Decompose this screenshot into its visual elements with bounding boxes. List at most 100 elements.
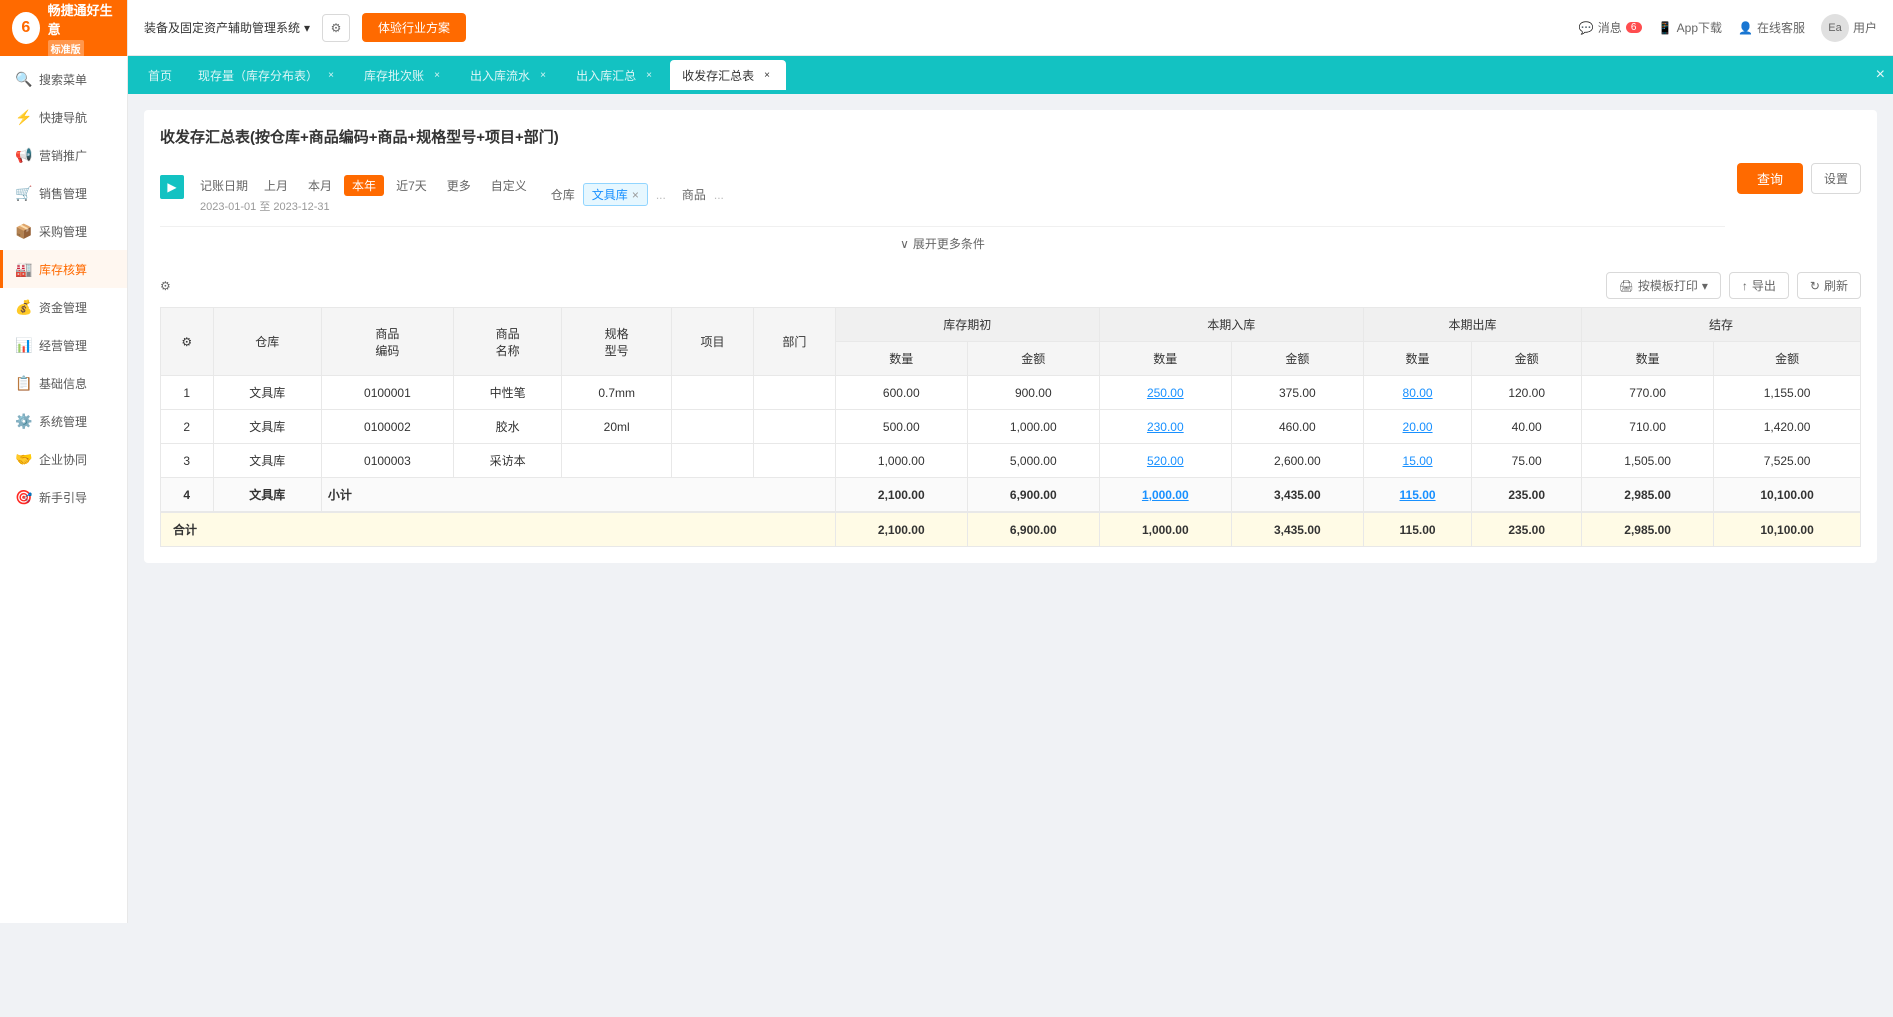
tab-inout-flow[interactable]: 出入库流水 × xyxy=(458,60,562,90)
sidebar-item-purchase[interactable]: 📦 采购管理 xyxy=(0,212,127,250)
filter-collapse-btn[interactable]: ▶ xyxy=(160,175,184,199)
date-filter: 记账日期 上月 本月 本年 近7天 更多 自定义 2023 xyxy=(200,175,535,214)
tab-recv-send[interactable]: 收发存汇总表 × xyxy=(670,60,786,90)
tab-close-inout-flow[interactable]: × xyxy=(536,68,550,82)
date-options: 上月 本月 本年 近7天 更多 自定义 xyxy=(256,175,535,196)
sub-warehouse: 文具库 xyxy=(213,478,321,513)
date-7days[interactable]: 近7天 xyxy=(388,175,435,196)
search-icon: 🔍 xyxy=(15,70,33,88)
row-in-qty[interactable]: 230.00 xyxy=(1099,410,1231,444)
sidebar-item-operations[interactable]: 📊 经营管理 xyxy=(0,326,127,364)
sidebar-item-marketing[interactable]: 📢 营销推广 xyxy=(0,136,127,174)
service-item[interactable]: 👤 在线客服 xyxy=(1738,19,1805,36)
warehouse-more[interactable]: ... xyxy=(656,188,666,202)
row-open-amt: 900.00 xyxy=(967,376,1099,410)
filter-settings-button[interactable]: 设置 xyxy=(1811,163,1861,194)
tab-stock-dist[interactable]: 现存量（库存分布表） × xyxy=(186,60,350,90)
page-title: 收发存汇总表(按仓库+商品编码+商品+规格型号+项目+部门) xyxy=(160,126,1861,147)
sidebar-menu: 🔍 搜索菜单 ⚡ 快捷导航 📢 营销推广 🛒 销售管理 📦 采购管理 🏭 库存核… xyxy=(0,56,127,516)
sidebar-item-finance[interactable]: 💰 资金管理 xyxy=(0,288,127,326)
row-open-qty: 500.00 xyxy=(835,410,967,444)
row-out-qty[interactable]: 20.00 xyxy=(1363,410,1471,444)
topbar-left: 装备及固定资产辅助管理系统 ▾ ⚙ 体验行业方案 xyxy=(144,13,466,42)
goods-more[interactable]: ... xyxy=(714,188,724,202)
tabs-bar: 首页 现存量（库存分布表） × 库存批次账 × 出入库流水 × 出入库汇总 × … xyxy=(128,56,1893,94)
row-open-qty: 1,000.00 xyxy=(835,444,967,478)
total-open-amt: 6,900.00 xyxy=(967,512,1099,547)
date-this-month[interactable]: 本月 xyxy=(300,175,340,196)
message-item[interactable]: 💬 消息 6 xyxy=(1579,19,1642,36)
print-button[interactable]: 🖨 按模板打印 ▾ xyxy=(1606,272,1721,299)
settings-button[interactable]: ⚙ xyxy=(322,14,350,42)
column-settings-icon[interactable]: ⚙ xyxy=(160,279,171,293)
row-in-qty[interactable]: 520.00 xyxy=(1099,444,1231,478)
warehouse-filter: 仓库 文具库 × ... xyxy=(551,183,666,206)
row-code: 0100003 xyxy=(321,444,453,478)
expand-icon: ∨ xyxy=(900,237,909,251)
row-dept xyxy=(753,410,835,444)
user-item[interactable]: Ea 用户 xyxy=(1821,14,1877,42)
row-no: 2 xyxy=(161,410,214,444)
chevron-down-icon: ▾ xyxy=(1702,279,1708,293)
sidebar-item-search[interactable]: 🔍 搜索菜单 xyxy=(0,60,127,98)
refresh-button[interactable]: ↻ 刷新 xyxy=(1797,272,1861,299)
sidebar-item-basic[interactable]: 📋 基础信息 xyxy=(0,364,127,402)
col-dept: 部门 xyxy=(753,308,835,376)
row-close-qty: 710.00 xyxy=(1582,410,1714,444)
trial-button[interactable]: 体验行业方案 xyxy=(362,13,466,42)
tab-inout-summary[interactable]: 出入库汇总 × xyxy=(564,60,668,90)
row-out-qty[interactable]: 80.00 xyxy=(1363,376,1471,410)
logo-icon: 6 xyxy=(12,12,40,44)
app-download-item[interactable]: 📱 App下载 xyxy=(1658,19,1722,36)
col-group-opening: 库存期初 xyxy=(835,308,1099,342)
sidebar-item-sales[interactable]: 🛒 销售管理 xyxy=(0,174,127,212)
row-out-amt: 120.00 xyxy=(1472,376,1582,410)
sidebar-item-guide[interactable]: 🎯 新手引导 xyxy=(0,478,127,516)
col-in-qty: 数量 xyxy=(1099,342,1231,376)
warehouse-tag: 文具库 × xyxy=(583,183,648,206)
row-out-qty[interactable]: 15.00 xyxy=(1363,444,1471,478)
row-no: 1 xyxy=(161,376,214,410)
row-in-amt: 375.00 xyxy=(1231,376,1363,410)
sidebar-item-system[interactable]: ⚙️ 系统管理 xyxy=(0,402,127,440)
system-title-dropdown[interactable]: 装备及固定资产辅助管理系统 ▾ xyxy=(144,19,310,36)
filter-actions: 查询 设置 xyxy=(1737,163,1861,194)
basic-icon: 📋 xyxy=(15,374,33,392)
row-close-amt: 1,155.00 xyxy=(1714,376,1861,410)
tabs-close-all[interactable]: × xyxy=(1876,66,1885,84)
sub-in-amt: 3,435.00 xyxy=(1231,478,1363,513)
tab-close-recv-send[interactable]: × xyxy=(760,68,774,82)
toolbar-left: ⚙ xyxy=(160,279,171,293)
sidebar-item-corp[interactable]: 🤝 企业协同 xyxy=(0,440,127,478)
sidebar-item-quicknav[interactable]: ⚡ 快捷导航 xyxy=(0,98,127,136)
total-out-qty: 115.00 xyxy=(1363,512,1471,547)
table-toolbar: ⚙ 🖨 按模板打印 ▾ ↑ 导出 ↻ 刷新 xyxy=(160,272,1861,299)
row-in-qty[interactable]: 250.00 xyxy=(1099,376,1231,410)
row-close-amt: 7,525.00 xyxy=(1714,444,1861,478)
export-button[interactable]: ↑ 导出 xyxy=(1729,272,1789,299)
row-name: 采访本 xyxy=(453,444,561,478)
row-close-qty: 770.00 xyxy=(1582,376,1714,410)
row-project xyxy=(672,410,754,444)
date-more[interactable]: 更多 xyxy=(439,175,479,196)
date-last-month[interactable]: 上月 xyxy=(256,175,296,196)
tab-close-batch[interactable]: × xyxy=(430,68,444,82)
tab-batch[interactable]: 库存批次账 × xyxy=(352,60,456,90)
query-button[interactable]: 查询 xyxy=(1737,163,1803,194)
date-custom[interactable]: 自定义 xyxy=(483,175,535,196)
tab-close-stock-dist[interactable]: × xyxy=(324,68,338,82)
sidebar-item-inventory[interactable]: 🏭 库存核算 xyxy=(0,250,127,288)
expand-more-btn[interactable]: ∨ 展开更多条件 xyxy=(900,235,985,252)
col-out-qty: 数量 xyxy=(1363,342,1471,376)
warehouse-tag-remove[interactable]: × xyxy=(632,188,639,202)
col-project: 项目 xyxy=(672,308,754,376)
col-out-amt: 金额 xyxy=(1472,342,1582,376)
table-row: 2 文具库 0100002 胶水 20ml 500.00 1,000.00 23… xyxy=(161,410,1861,444)
filter-section: ▶ 记账日期 上月 本月 本年 近7天 更多 xyxy=(160,163,1861,264)
operations-icon: 📊 xyxy=(15,336,33,354)
tab-close-inout-summary[interactable]: × xyxy=(642,68,656,82)
date-this-year[interactable]: 本年 xyxy=(344,175,384,196)
col-settings[interactable]: ⚙ xyxy=(161,308,214,376)
tab-home[interactable]: 首页 xyxy=(136,60,184,90)
col-group-closing: 结存 xyxy=(1582,308,1861,342)
